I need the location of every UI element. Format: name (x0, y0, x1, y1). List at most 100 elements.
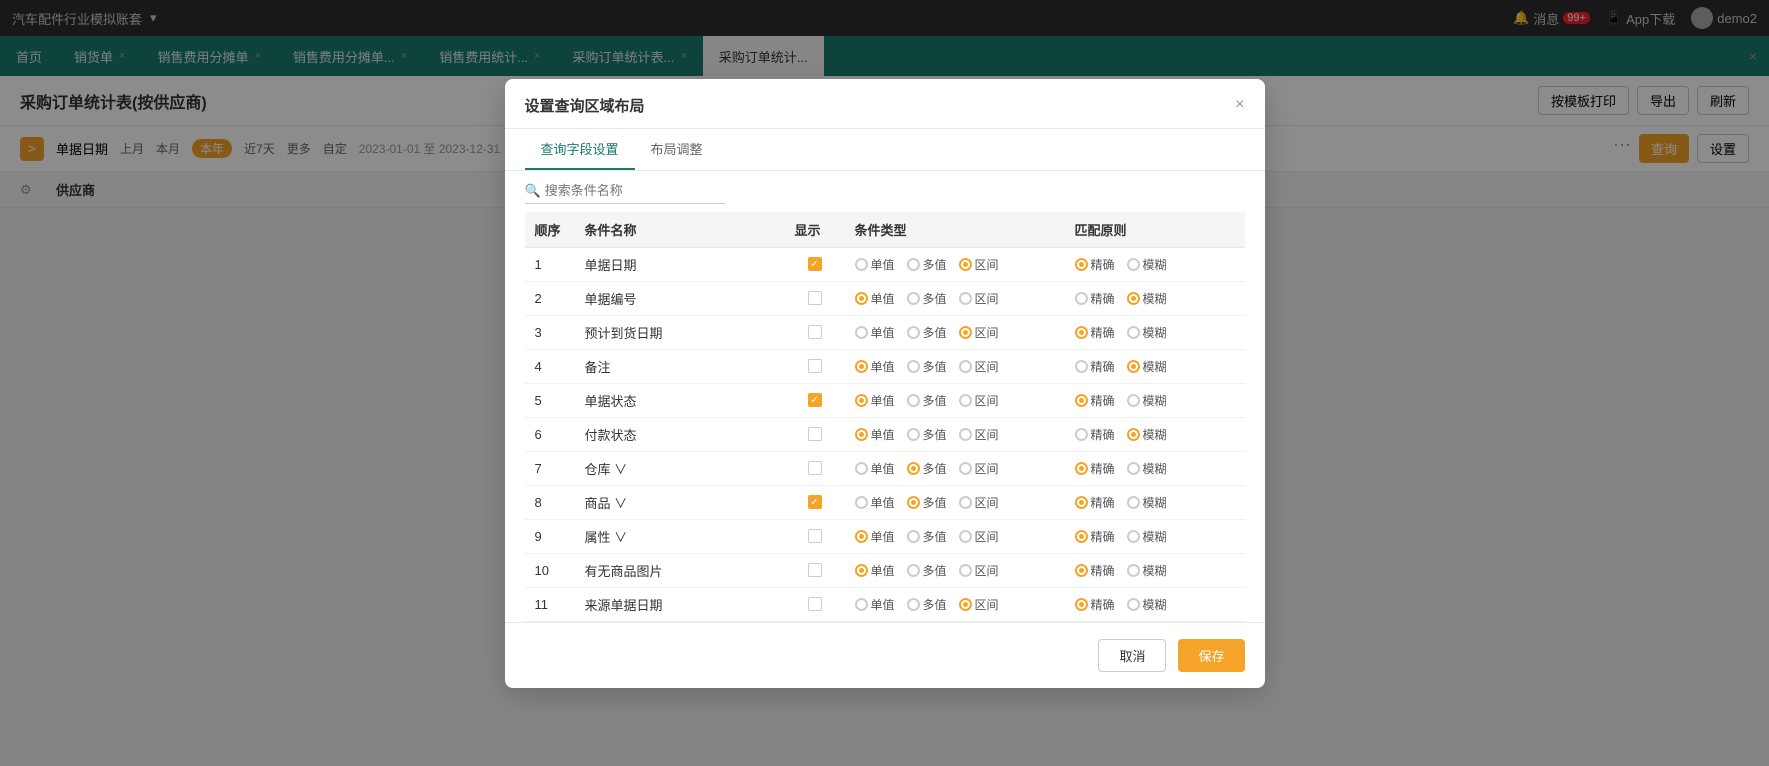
cell-display-5[interactable] (785, 417, 845, 451)
type-radio-单值-10[interactable]: 单值 (855, 596, 895, 613)
display-checkbox-3[interactable] (808, 359, 822, 373)
tab-query-fields[interactable]: 查询字段设置 (525, 129, 635, 170)
cell-display-10[interactable] (785, 587, 845, 621)
match-radio-精确-10[interactable]: 精确 (1075, 596, 1115, 613)
match-radio-模糊-0[interactable]: 模糊 (1127, 256, 1167, 273)
type-radio-区间-9[interactable]: 区间 (959, 562, 999, 579)
cell-display-4[interactable] (785, 383, 845, 417)
match-radio-模糊-6[interactable]: 模糊 (1127, 460, 1167, 477)
match-radio-精确-7[interactable]: 精确 (1075, 494, 1115, 511)
type-radio-多值-6[interactable]: 多值 (907, 460, 947, 477)
radio-label-多值-9: 多值 (923, 562, 947, 579)
type-radio-区间-3[interactable]: 区间 (959, 358, 999, 375)
type-radio-多值-5[interactable]: 多值 (907, 426, 947, 443)
type-radio-区间-0[interactable]: 区间 (959, 256, 999, 273)
type-radio-区间-10[interactable]: 区间 (959, 596, 999, 613)
match-radio-精确-1[interactable]: 精确 (1075, 290, 1115, 307)
radio-label-多值-2: 多值 (923, 324, 947, 341)
match-radio-模糊-5[interactable]: 模糊 (1127, 426, 1167, 443)
cell-display-9[interactable] (785, 553, 845, 587)
cell-order-4: 5 (525, 383, 575, 417)
cell-display-0[interactable] (785, 247, 845, 281)
type-radio-区间-8[interactable]: 区间 (959, 528, 999, 545)
type-radio-区间-1[interactable]: 区间 (959, 290, 999, 307)
radio-circle-单值-2 (855, 326, 868, 339)
display-checkbox-2[interactable] (808, 325, 822, 339)
type-radio-区间-2[interactable]: 区间 (959, 324, 999, 341)
match-radio-精确-8[interactable]: 精确 (1075, 528, 1115, 545)
type-radio-单值-9[interactable]: 单值 (855, 562, 895, 579)
tab-layout-adjust[interactable]: 布局调整 (635, 129, 719, 170)
display-checkbox-1[interactable] (808, 291, 822, 305)
display-checkbox-7[interactable] (808, 495, 822, 509)
match-radio-精确-5[interactable]: 精确 (1075, 426, 1115, 443)
cell-name-7: 商品 ∨ (575, 485, 785, 519)
match-radio-模糊-2[interactable]: 模糊 (1127, 324, 1167, 341)
modal-close-button[interactable]: × (1235, 96, 1244, 114)
match-radio-模糊-9[interactable]: 模糊 (1127, 562, 1167, 579)
radio-circle-区间-7 (959, 496, 972, 509)
match-radio-模糊-3[interactable]: 模糊 (1127, 358, 1167, 375)
type-radio-多值-7[interactable]: 多值 (907, 494, 947, 511)
cell-display-2[interactable] (785, 315, 845, 349)
modal-tabs: 查询字段设置 布局调整 (505, 129, 1265, 171)
type-radio-多值-1[interactable]: 多值 (907, 290, 947, 307)
display-checkbox-9[interactable] (808, 563, 822, 577)
type-radio-单值-0[interactable]: 单值 (855, 256, 895, 273)
match-radio-模糊-8[interactable]: 模糊 (1127, 528, 1167, 545)
type-radio-多值-9[interactable]: 多值 (907, 562, 947, 579)
display-checkbox-8[interactable] (808, 529, 822, 543)
display-checkbox-5[interactable] (808, 427, 822, 441)
match-radio-精确-6[interactable]: 精确 (1075, 460, 1115, 477)
display-checkbox-10[interactable] (808, 597, 822, 611)
type-radio-多值-3[interactable]: 多值 (907, 358, 947, 375)
table-row: 7仓库 ∨单值多值区间精确模糊 (525, 451, 1245, 485)
display-checkbox-6[interactable] (808, 461, 822, 475)
cancel-button[interactable]: 取消 (1098, 639, 1166, 672)
type-radio-单值-1[interactable]: 单值 (855, 290, 895, 307)
type-radio-单值-4[interactable]: 单值 (855, 392, 895, 409)
type-radio-单值-5[interactable]: 单值 (855, 426, 895, 443)
display-checkbox-0[interactable] (808, 257, 822, 271)
type-radio-单值-7[interactable]: 单值 (855, 494, 895, 511)
modal-search: 🔍 (505, 171, 1265, 212)
cell-display-6[interactable] (785, 451, 845, 485)
cell-display-7[interactable] (785, 485, 845, 519)
type-radio-区间-6[interactable]: 区间 (959, 460, 999, 477)
match-circle-精确-10 (1075, 598, 1088, 611)
match-circle-精确-3 (1075, 360, 1088, 373)
match-radio-精确-4[interactable]: 精确 (1075, 392, 1115, 409)
cell-type-10: 单值多值区间 (845, 587, 1065, 621)
type-radio-多值-4[interactable]: 多值 (907, 392, 947, 409)
type-radio-多值-10[interactable]: 多值 (907, 596, 947, 613)
cell-display-3[interactable] (785, 349, 845, 383)
type-radio-单值-8[interactable]: 单值 (855, 528, 895, 545)
match-radio-模糊-7[interactable]: 模糊 (1127, 494, 1167, 511)
cell-display-1[interactable] (785, 281, 845, 315)
type-radio-多值-8[interactable]: 多值 (907, 528, 947, 545)
type-radio-单值-6[interactable]: 单值 (855, 460, 895, 477)
type-radio-单值-3[interactable]: 单值 (855, 358, 895, 375)
match-radio-精确-2[interactable]: 精确 (1075, 324, 1115, 341)
search-input[interactable] (545, 183, 705, 198)
match-radio-模糊-4[interactable]: 模糊 (1127, 392, 1167, 409)
type-radio-区间-4[interactable]: 区间 (959, 392, 999, 409)
display-checkbox-4[interactable] (808, 393, 822, 407)
match-radio-精确-3[interactable]: 精确 (1075, 358, 1115, 375)
type-radio-区间-7[interactable]: 区间 (959, 494, 999, 511)
radio-label-单值-4: 单值 (871, 392, 895, 409)
cell-type-7: 单值多值区间 (845, 485, 1065, 519)
table-row: 9属性 ∨单值多值区间精确模糊 (525, 519, 1245, 553)
match-label-模糊-6: 模糊 (1143, 460, 1167, 477)
match-radio-模糊-1[interactable]: 模糊 (1127, 290, 1167, 307)
type-radio-单值-2[interactable]: 单值 (855, 324, 895, 341)
cell-display-8[interactable] (785, 519, 845, 553)
type-radio-多值-2[interactable]: 多值 (907, 324, 947, 341)
type-radio-区间-5[interactable]: 区间 (959, 426, 999, 443)
save-button[interactable]: 保存 (1178, 639, 1244, 672)
type-radio-多值-0[interactable]: 多值 (907, 256, 947, 273)
match-radio-精确-0[interactable]: 精确 (1075, 256, 1115, 273)
match-radio-精确-9[interactable]: 精确 (1075, 562, 1115, 579)
cell-order-5: 6 (525, 417, 575, 451)
match-radio-模糊-10[interactable]: 模糊 (1127, 596, 1167, 613)
